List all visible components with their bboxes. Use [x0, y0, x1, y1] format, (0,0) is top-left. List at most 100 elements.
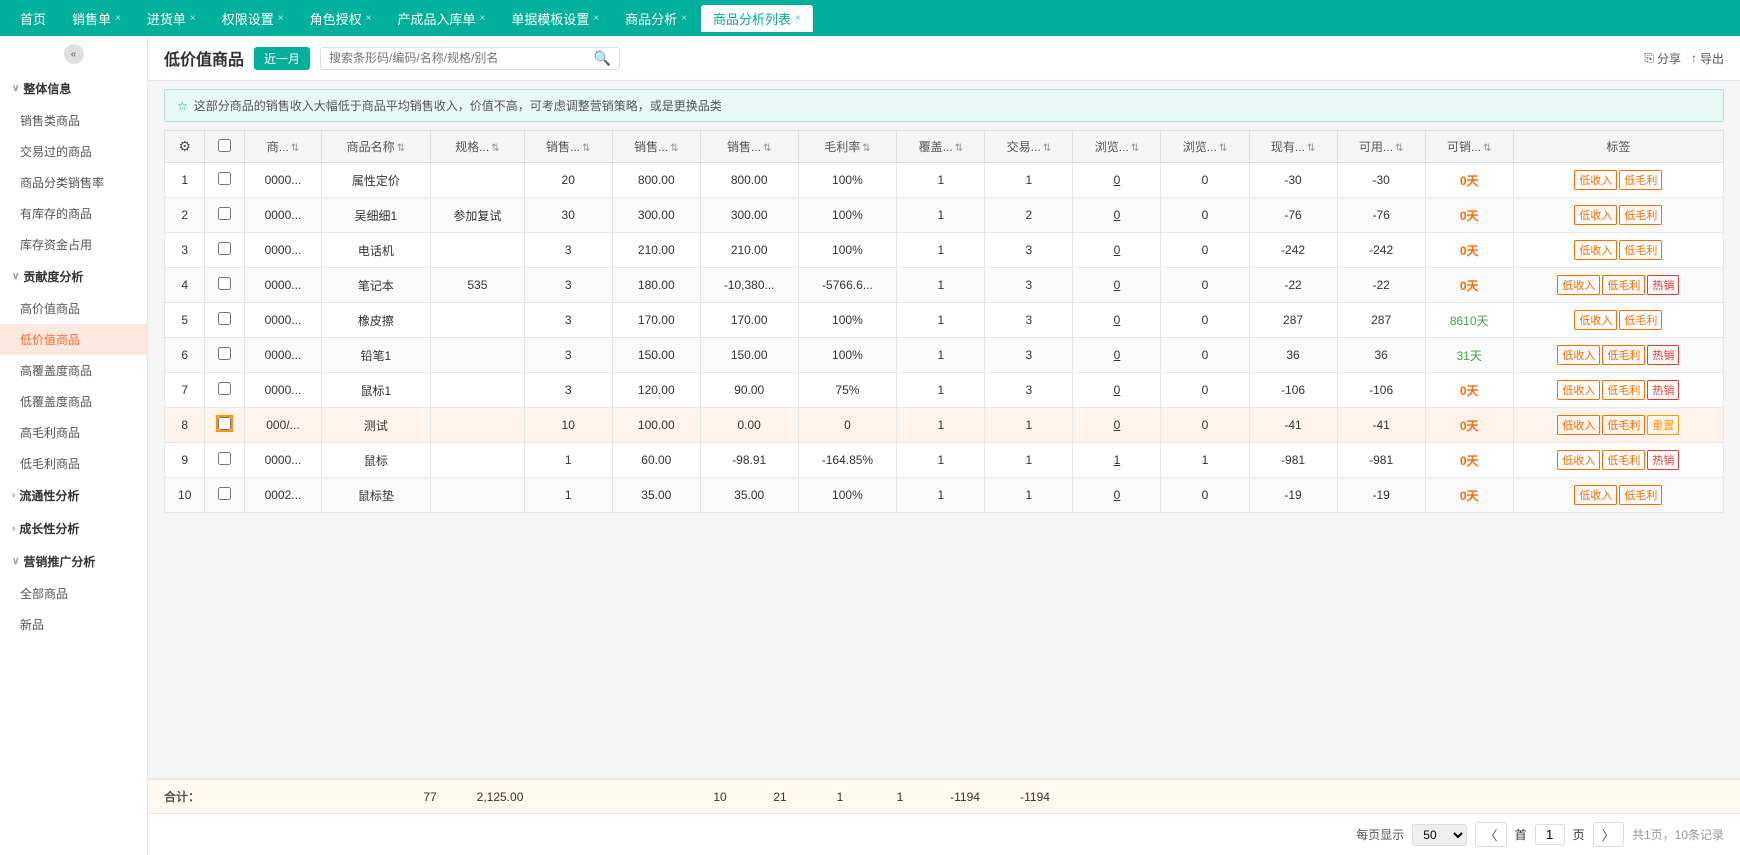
row-checkbox[interactable]: [205, 478, 245, 513]
close-icon[interactable]: ×: [795, 13, 801, 24]
sidebar-item-low-value[interactable]: 低价值商品: [0, 324, 147, 355]
row-b1[interactable]: 1: [1073, 443, 1161, 478]
col-checkbox[interactable]: [205, 131, 245, 163]
row-b1[interactable]: 0: [1073, 303, 1161, 338]
row-trade: 1: [985, 478, 1073, 513]
row-select-checkbox[interactable]: [218, 312, 231, 325]
nav-home[interactable]: 首页: [8, 5, 58, 32]
close-icon[interactable]: ×: [278, 13, 284, 24]
nav-template-setting[interactable]: 单据模板设置 ×: [499, 5, 611, 32]
sidebar-item-stocked-goods[interactable]: 有库存的商品: [0, 198, 147, 229]
gear-icon[interactable]: ⚙: [178, 138, 191, 154]
col-gross-margin[interactable]: 毛利率⇅: [798, 131, 897, 163]
col-browse2[interactable]: 浏览...⇅: [1161, 131, 1249, 163]
close-icon[interactable]: ×: [681, 13, 687, 24]
row-checkbox[interactable]: [205, 408, 245, 443]
sidebar-item-low-coverage[interactable]: 低覆盖度商品: [0, 386, 147, 417]
row-checkbox[interactable]: [205, 198, 245, 233]
row-select-checkbox[interactable]: [218, 347, 231, 360]
col-code[interactable]: 商...⇅: [245, 131, 321, 163]
col-spec[interactable]: 规格...⇅: [431, 131, 525, 163]
row-checkbox[interactable]: [205, 338, 245, 373]
row-select-checkbox[interactable]: [218, 207, 231, 220]
sidebar-item-sales-goods[interactable]: 销售类商品: [0, 105, 147, 136]
search-icon[interactable]: 🔍: [594, 50, 611, 67]
export-button[interactable]: ↑ 导出: [1691, 50, 1724, 67]
share-button[interactable]: ⎘ 分享: [1644, 50, 1681, 67]
row-trade: 3: [985, 233, 1073, 268]
row-select-checkbox[interactable]: [218, 382, 231, 395]
sidebar-item-high-value[interactable]: 高价值商品: [0, 293, 147, 324]
row-gm: 100%: [798, 198, 897, 233]
row-checkbox[interactable]: [205, 443, 245, 478]
close-icon[interactable]: ×: [190, 13, 196, 24]
col-stock3[interactable]: 可销...⇅: [1425, 131, 1513, 163]
col-stock2[interactable]: 可用...⇅: [1337, 131, 1425, 163]
page-number-input[interactable]: [1535, 824, 1565, 845]
sidebar-item-stock-capital[interactable]: 库存资金占用: [0, 229, 147, 260]
sidebar-item-all-goods[interactable]: 全部商品: [0, 578, 147, 609]
row-b1[interactable]: 0: [1073, 163, 1161, 198]
row-select-checkbox[interactable]: [218, 487, 231, 500]
nav-sales-order[interactable]: 销售单 ×: [60, 5, 133, 32]
col-trade[interactable]: 交易...⇅: [985, 131, 1073, 163]
row-select-checkbox[interactable]: [218, 277, 231, 290]
row-st2: -76: [1337, 198, 1425, 233]
row-checkbox[interactable]: [205, 233, 245, 268]
row-st2: -22: [1337, 268, 1425, 303]
col-stock1[interactable]: 现有...⇅: [1249, 131, 1337, 163]
col-settings[interactable]: ⚙: [165, 131, 205, 163]
first-page-button[interactable]: 〈: [1475, 822, 1506, 847]
sidebar-item-category-sales-rate[interactable]: 商品分类销售率: [0, 167, 147, 198]
row-checkbox[interactable]: [205, 268, 245, 303]
row-select-checkbox[interactable]: [218, 242, 231, 255]
period-button[interactable]: 近一月: [254, 47, 310, 70]
sidebar-group-overall[interactable]: ∨ 整体信息: [0, 72, 147, 105]
row-b1[interactable]: 0: [1073, 408, 1161, 443]
sidebar-item-high-coverage[interactable]: 高覆盖度商品: [0, 355, 147, 386]
row-b1[interactable]: 0: [1073, 373, 1161, 408]
row-b1[interactable]: 0: [1073, 478, 1161, 513]
nav-purchase-order[interactable]: 进货单 ×: [135, 5, 208, 32]
col-sales2[interactable]: 销售...⇅: [612, 131, 700, 163]
search-input[interactable]: [329, 51, 594, 65]
row-b1[interactable]: 0: [1073, 268, 1161, 303]
sort-icon: ⇅: [491, 143, 499, 154]
page-size-select[interactable]: 50 10 20 100: [1412, 824, 1467, 846]
nav-product-analysis-list[interactable]: 商品分析列表 ×: [701, 5, 813, 32]
sidebar-item-low-margin[interactable]: 低毛利商品: [0, 448, 147, 479]
sidebar-group-liquidity[interactable]: › 流通性分析: [0, 479, 147, 512]
select-all-checkbox[interactable]: [218, 139, 231, 152]
row-b1[interactable]: 0: [1073, 233, 1161, 268]
col-sales1[interactable]: 销售...⇅: [524, 131, 612, 163]
row-select-checkbox[interactable]: [218, 172, 231, 185]
sidebar-group-growth[interactable]: › 成长性分析: [0, 512, 147, 545]
row-code: 0000...: [245, 443, 321, 478]
row-checkbox[interactable]: [205, 163, 245, 198]
last-page-button[interactable]: 〉: [1593, 822, 1624, 847]
sidebar-group-contribution[interactable]: ∨ 贡献度分析: [0, 260, 147, 293]
row-select-checkbox[interactable]: [218, 452, 231, 465]
sidebar-item-traded-goods[interactable]: 交易过的商品: [0, 136, 147, 167]
col-sales3[interactable]: 销售...⇅: [700, 131, 798, 163]
nav-product-warehouse[interactable]: 产成品入库单 ×: [385, 5, 497, 32]
sidebar-group-marketing[interactable]: ∨ 营销推广分析: [0, 545, 147, 578]
sidebar-item-high-margin[interactable]: 高毛利商品: [0, 417, 147, 448]
nav-product-analysis[interactable]: 商品分析 ×: [613, 5, 699, 32]
close-icon[interactable]: ×: [479, 13, 485, 24]
close-icon[interactable]: ×: [366, 13, 372, 24]
row-select-checkbox[interactable]: [218, 417, 231, 430]
nav-role-auth[interactable]: 角色授权 ×: [298, 5, 384, 32]
col-name[interactable]: 商品名称⇅: [321, 131, 431, 163]
row-checkbox[interactable]: [205, 373, 245, 408]
sidebar-collapse-button[interactable]: «: [64, 44, 84, 64]
row-b1[interactable]: 0: [1073, 338, 1161, 373]
row-checkbox[interactable]: [205, 303, 245, 338]
sidebar-item-new-goods[interactable]: 新品: [0, 609, 147, 640]
col-browse1[interactable]: 浏览...⇅: [1073, 131, 1161, 163]
close-icon[interactable]: ×: [593, 13, 599, 24]
col-coverage[interactable]: 覆盖...⇅: [897, 131, 985, 163]
nav-permission[interactable]: 权限设置 ×: [210, 5, 296, 32]
row-b1[interactable]: 0: [1073, 198, 1161, 233]
close-icon[interactable]: ×: [115, 13, 121, 24]
